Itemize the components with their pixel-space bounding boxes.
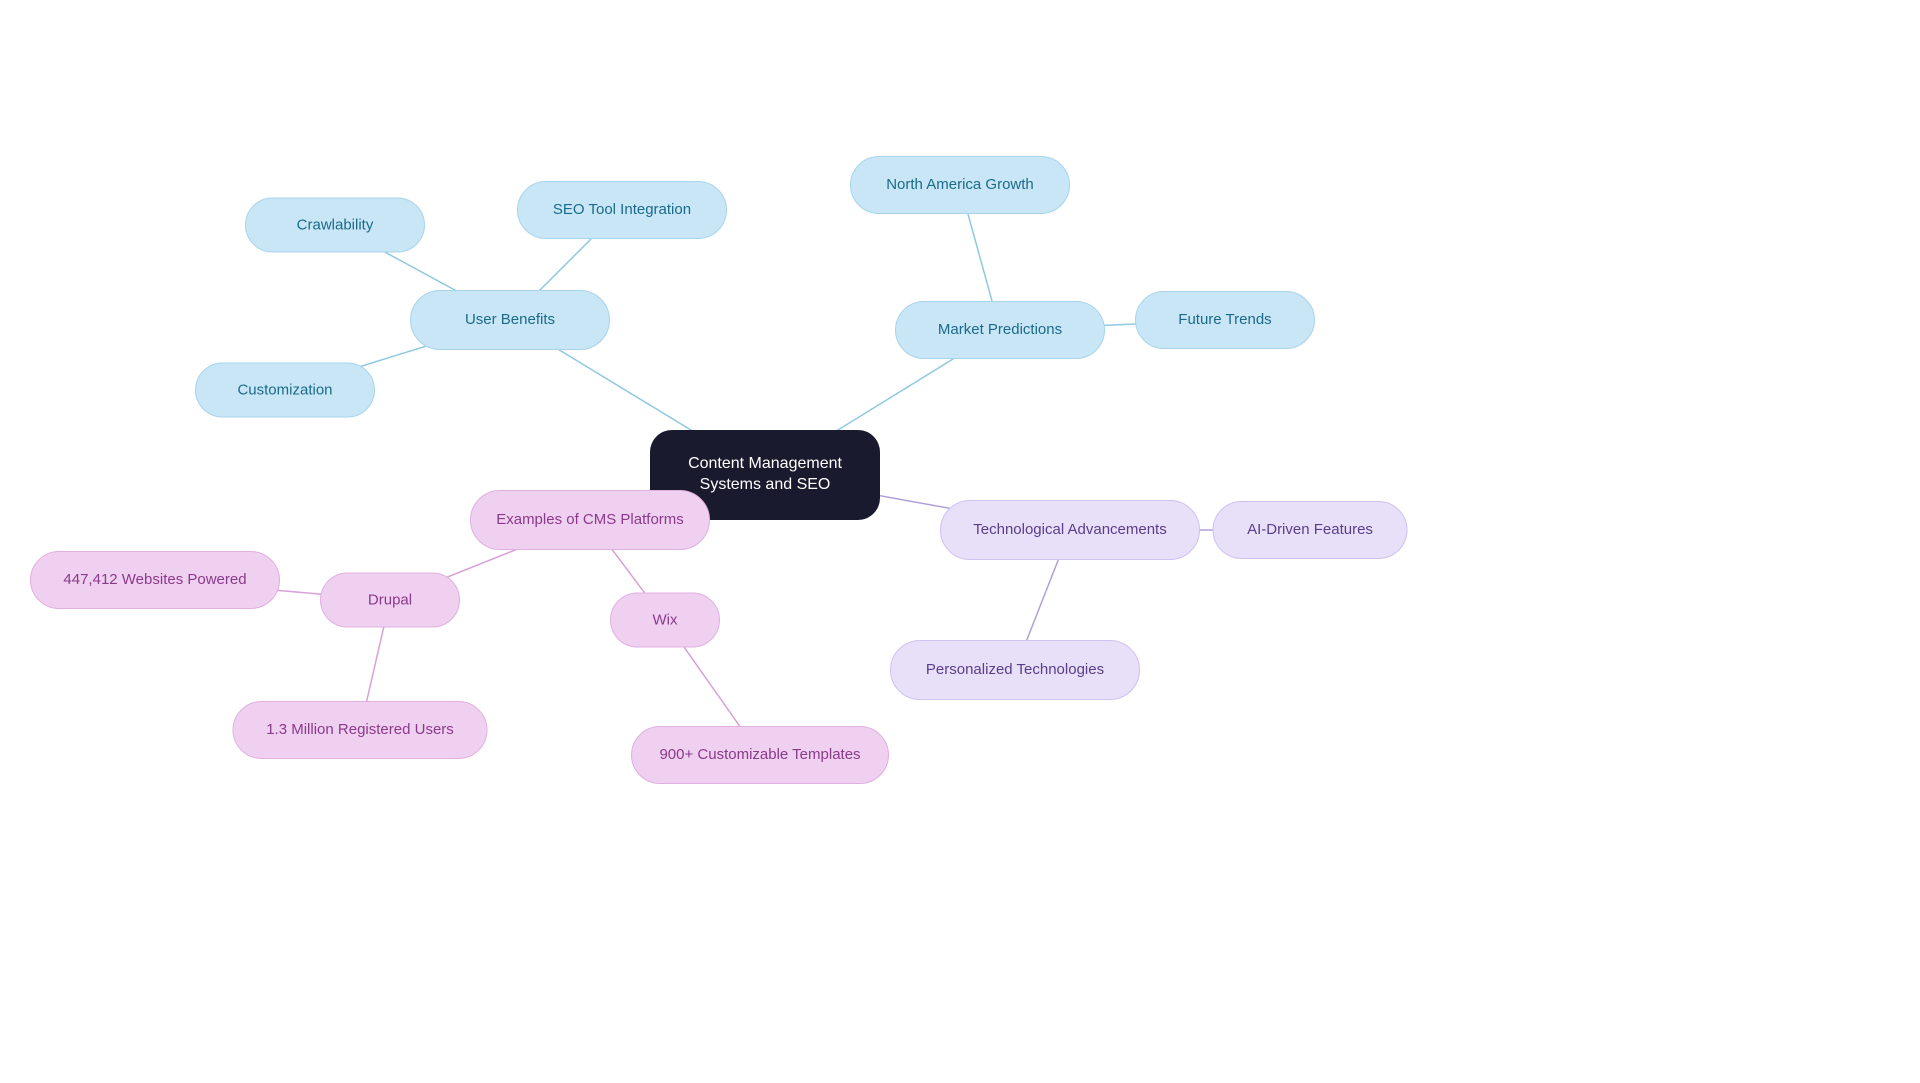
node-seo-tool-label: SEO Tool Integration [531, 188, 713, 232]
node-crawlability-label: Crawlability [275, 203, 396, 247]
node-cms-platforms[interactable]: Examples of CMS Platforms [470, 490, 710, 550]
node-north-america-label: North America Growth [864, 163, 1056, 207]
node-north-america[interactable]: North America Growth [850, 156, 1070, 214]
node-registered-users-label: 1.3 Million Registered Users [244, 708, 476, 752]
node-market-predictions-label: Market Predictions [916, 308, 1084, 352]
node-future-trends[interactable]: Future Trends [1135, 291, 1315, 349]
node-personalized[interactable]: Personalized Technologies [890, 640, 1140, 700]
node-wix[interactable]: Wix [610, 593, 720, 648]
node-websites-powered[interactable]: 447,412 Websites Powered [30, 551, 280, 609]
node-user-benefits[interactable]: User Benefits [410, 290, 610, 350]
node-cms-platforms-label: Examples of CMS Platforms [474, 498, 706, 542]
node-personalized-label: Personalized Technologies [904, 648, 1126, 692]
node-registered-users[interactable]: 1.3 Million Registered Users [233, 701, 488, 759]
node-ai-driven-label: AI-Driven Features [1225, 508, 1395, 552]
node-wix-label: Wix [631, 598, 700, 642]
node-crawlability[interactable]: Crawlability [245, 198, 425, 253]
node-templates[interactable]: 900+ Customizable Templates [631, 726, 889, 784]
node-websites-powered-label: 447,412 Websites Powered [41, 558, 268, 602]
node-market-predictions[interactable]: Market Predictions [895, 301, 1105, 359]
node-drupal-label: Drupal [346, 578, 434, 622]
node-templates-label: 900+ Customizable Templates [637, 733, 882, 777]
node-ai-driven[interactable]: AI-Driven Features [1213, 501, 1408, 559]
node-tech-advancements[interactable]: Technological Advancements [940, 500, 1200, 560]
node-drupal[interactable]: Drupal [320, 573, 460, 628]
node-customization[interactable]: Customization [195, 363, 375, 418]
node-customization-label: Customization [215, 368, 354, 412]
node-seo-tool[interactable]: SEO Tool Integration [517, 181, 727, 239]
node-future-trends-label: Future Trends [1156, 298, 1293, 342]
node-user-benefits-label: User Benefits [443, 298, 577, 342]
node-tech-advancements-label: Technological Advancements [951, 508, 1188, 552]
